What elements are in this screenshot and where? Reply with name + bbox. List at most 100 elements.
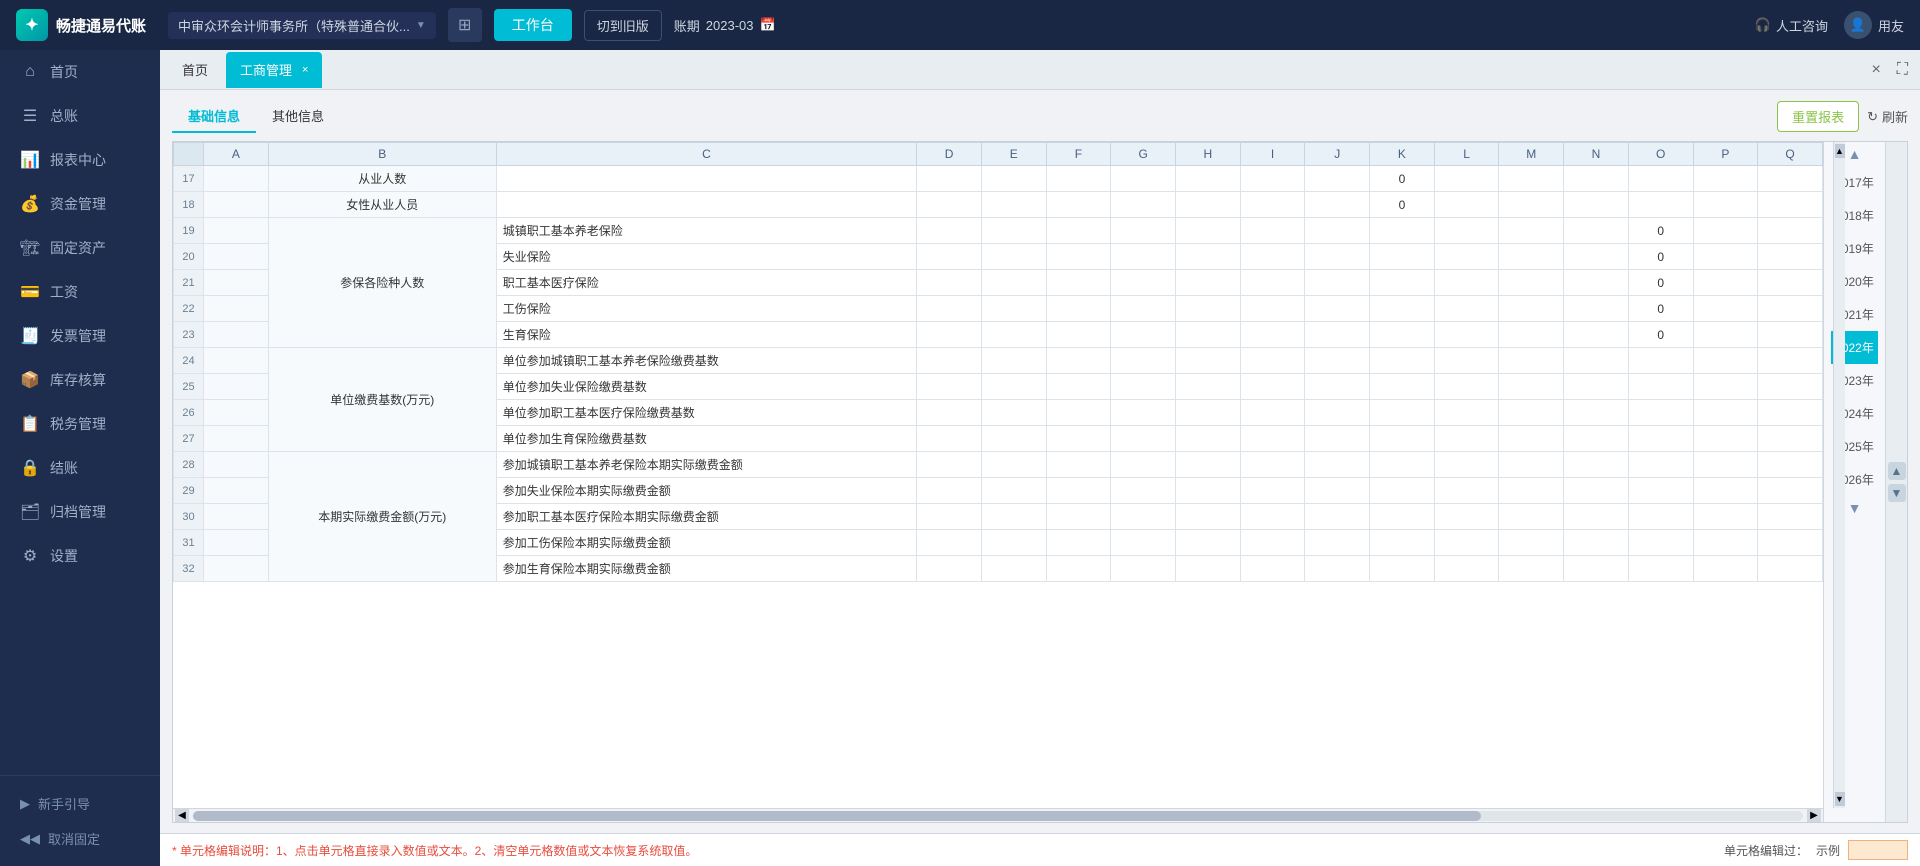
data-cell[interactable]: [1434, 322, 1499, 348]
data-cell[interactable]: [1564, 426, 1629, 452]
cell-a[interactable]: [204, 426, 269, 452]
data-cell[interactable]: [1758, 556, 1823, 582]
data-cell[interactable]: [1564, 192, 1629, 218]
data-cell[interactable]: [1305, 192, 1370, 218]
data-cell[interactable]: [917, 296, 982, 322]
cell-b-group[interactable]: 从业人数: [268, 166, 496, 192]
data-cell[interactable]: [1628, 426, 1693, 452]
data-cell[interactable]: [1758, 530, 1823, 556]
data-cell[interactable]: [1370, 296, 1435, 322]
vscroll-up[interactable]: ▲: [1835, 144, 1845, 158]
data-cell[interactable]: [1758, 504, 1823, 530]
data-cell[interactable]: [917, 348, 982, 374]
data-cell[interactable]: [1564, 348, 1629, 374]
data-cell[interactable]: [1240, 296, 1305, 322]
refresh-button[interactable]: ↻ 刷新: [1867, 101, 1908, 132]
data-cell[interactable]: [1305, 322, 1370, 348]
cell-c[interactable]: 参加失业保险本期实际缴费金额: [496, 478, 917, 504]
cell-c[interactable]: 失业保险: [496, 244, 917, 270]
data-cell[interactable]: [1046, 504, 1111, 530]
data-cell[interactable]: [1111, 400, 1176, 426]
cell-c[interactable]: 单位参加职工基本医疗保险缴费基数: [496, 400, 917, 426]
data-cell[interactable]: [917, 166, 982, 192]
year-up-button[interactable]: ▲: [1848, 146, 1862, 162]
data-cell[interactable]: [1046, 244, 1111, 270]
data-cell[interactable]: [981, 270, 1046, 296]
data-cell[interactable]: [1758, 296, 1823, 322]
data-cell[interactable]: [1176, 192, 1241, 218]
data-cell[interactable]: [1434, 530, 1499, 556]
tab-industry[interactable]: 工商管理 ×: [226, 52, 322, 88]
data-cell[interactable]: [1111, 504, 1176, 530]
data-cell[interactable]: [1628, 400, 1693, 426]
data-cell[interactable]: [1564, 322, 1629, 348]
hscroll-bar[interactable]: ◀ ▶: [173, 808, 1823, 822]
data-cell[interactable]: [1499, 504, 1564, 530]
year-down-button[interactable]: ▼: [1848, 500, 1862, 516]
tab-home[interactable]: 首页: [168, 52, 222, 88]
data-cell[interactable]: [1758, 218, 1823, 244]
data-cell[interactable]: [1370, 556, 1435, 582]
data-cell[interactable]: [1564, 166, 1629, 192]
vscroll-bar[interactable]: ▲ ▼: [1833, 142, 1845, 808]
data-cell[interactable]: 0: [1370, 192, 1435, 218]
data-cell[interactable]: [1499, 556, 1564, 582]
data-cell[interactable]: 0: [1628, 218, 1693, 244]
hscroll-right-btn[interactable]: ▶: [1807, 809, 1821, 823]
table-row[interactable]: 28本期实际缴费金额(万元)参加城镇职工基本养老保险本期实际缴费金额: [174, 452, 1823, 478]
data-cell[interactable]: 0: [1628, 322, 1693, 348]
data-cell[interactable]: [1176, 166, 1241, 192]
data-cell[interactable]: [1176, 218, 1241, 244]
data-cell[interactable]: [1434, 556, 1499, 582]
data-cell[interactable]: [1240, 452, 1305, 478]
cell-a[interactable]: [204, 452, 269, 478]
data-cell[interactable]: [1240, 244, 1305, 270]
data-cell[interactable]: [1305, 348, 1370, 374]
data-cell[interactable]: [1370, 504, 1435, 530]
data-cell[interactable]: [1499, 166, 1564, 192]
cell-a[interactable]: [204, 192, 269, 218]
data-cell[interactable]: [981, 218, 1046, 244]
data-cell[interactable]: [1176, 270, 1241, 296]
data-cell[interactable]: [1240, 192, 1305, 218]
data-cell[interactable]: [1240, 530, 1305, 556]
data-cell[interactable]: [1758, 322, 1823, 348]
data-cell[interactable]: [1499, 426, 1564, 452]
cell-c[interactable]: 工伤保险: [496, 296, 917, 322]
data-cell[interactable]: [1176, 348, 1241, 374]
sidebar-item-assets[interactable]: 🏗 固定资产: [0, 226, 160, 270]
data-cell[interactable]: [917, 192, 982, 218]
data-cell[interactable]: [1434, 400, 1499, 426]
data-cell[interactable]: [1176, 400, 1241, 426]
data-cell[interactable]: [1111, 244, 1176, 270]
data-cell[interactable]: [1693, 270, 1758, 296]
data-cell[interactable]: [1758, 192, 1823, 218]
data-cell[interactable]: [1176, 426, 1241, 452]
data-cell[interactable]: [1693, 192, 1758, 218]
data-cell[interactable]: [1305, 400, 1370, 426]
data-cell[interactable]: [1499, 530, 1564, 556]
data-cell[interactable]: [981, 478, 1046, 504]
data-cell[interactable]: [1758, 478, 1823, 504]
data-cell[interactable]: [917, 244, 982, 270]
data-cell[interactable]: [1111, 348, 1176, 374]
data-cell[interactable]: [1499, 218, 1564, 244]
right-toggle-up-btn[interactable]: ▲: [1888, 462, 1906, 480]
cell-c[interactable]: [496, 166, 917, 192]
data-cell[interactable]: [1564, 296, 1629, 322]
data-cell[interactable]: [1564, 530, 1629, 556]
data-cell[interactable]: [1176, 556, 1241, 582]
data-cell[interactable]: [917, 426, 982, 452]
data-cell[interactable]: [1176, 322, 1241, 348]
data-cell[interactable]: [1305, 166, 1370, 192]
data-cell[interactable]: [917, 374, 982, 400]
data-cell[interactable]: [1693, 322, 1758, 348]
data-cell[interactable]: [1305, 504, 1370, 530]
data-cell[interactable]: [1370, 400, 1435, 426]
data-cell[interactable]: [1499, 348, 1564, 374]
data-cell[interactable]: [1305, 244, 1370, 270]
data-cell[interactable]: [1046, 400, 1111, 426]
right-panel-toggle[interactable]: ▲ ▼: [1885, 142, 1907, 822]
data-cell[interactable]: [1046, 374, 1111, 400]
tab-close-icon[interactable]: ×: [302, 64, 308, 76]
